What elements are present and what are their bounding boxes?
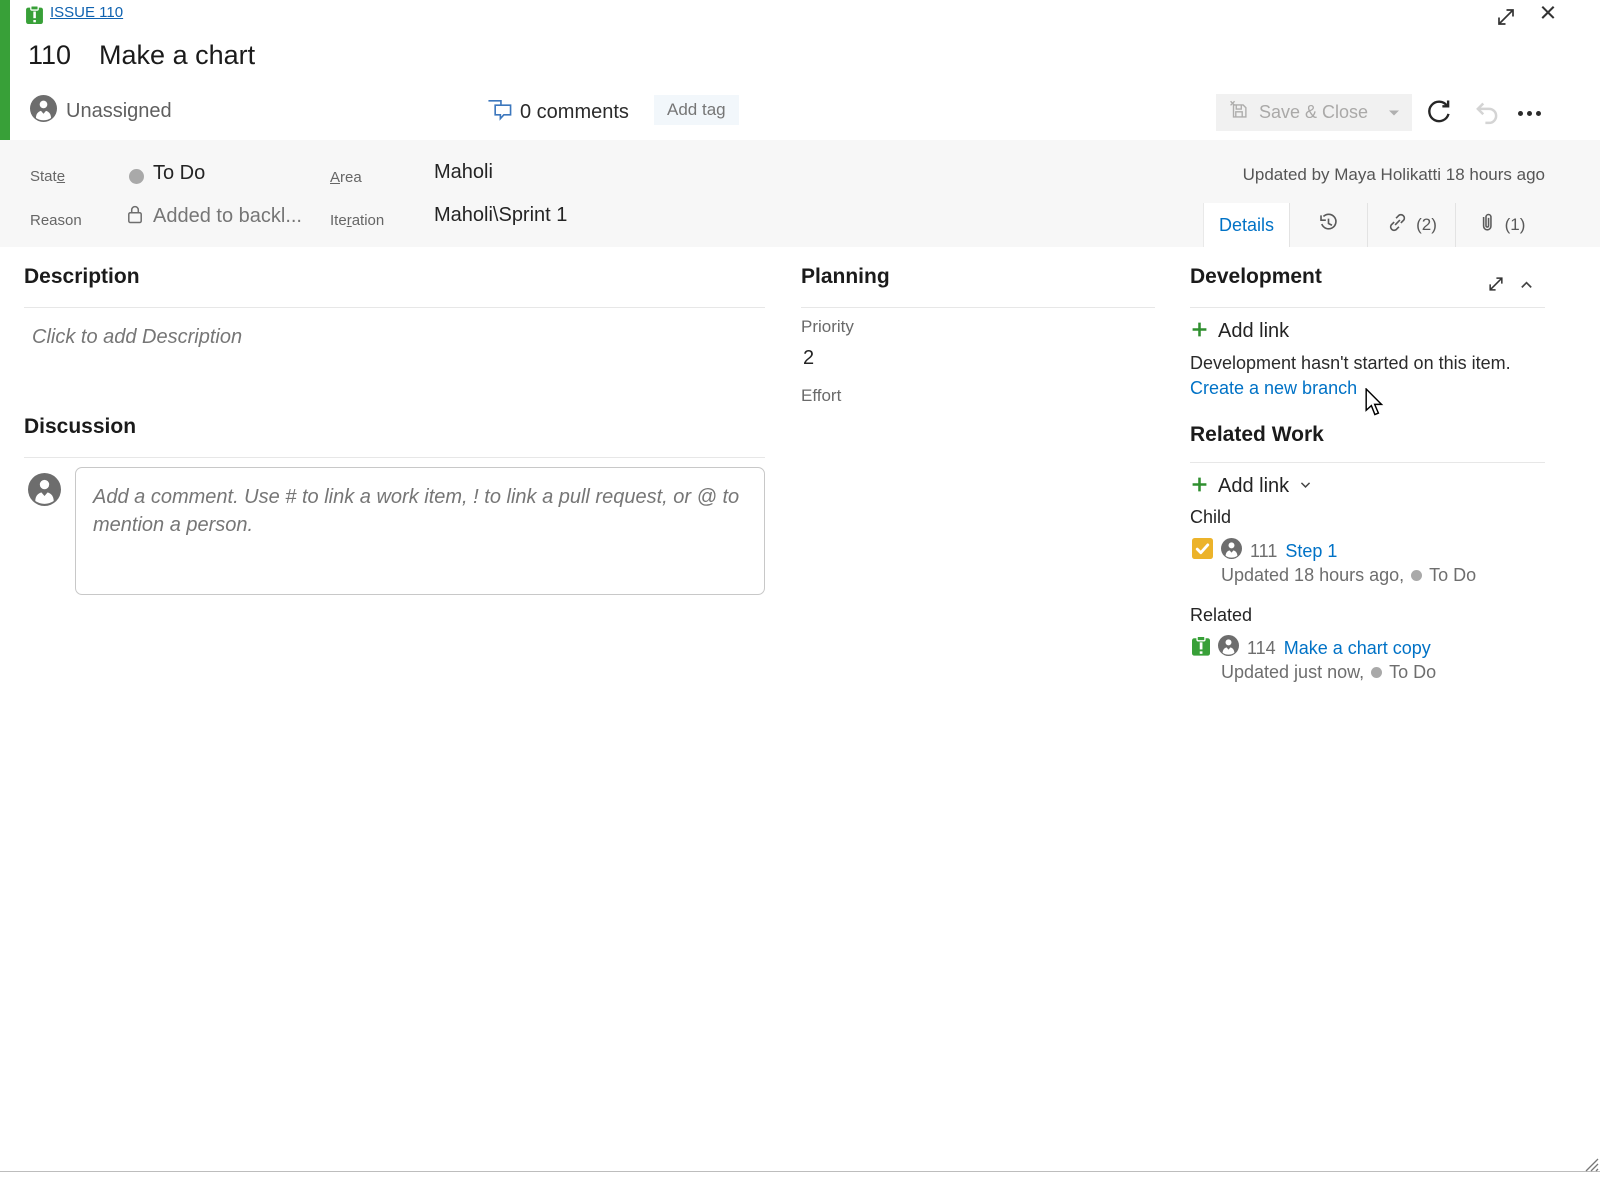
priority-value[interactable]: 2 (803, 347, 814, 370)
state-value[interactable]: To Do (153, 162, 205, 185)
assignee-picker[interactable]: Unassigned (30, 95, 172, 127)
divider (24, 307, 765, 308)
related-item-id: 114 (1247, 637, 1276, 658)
window-bottom-border (0, 1171, 1600, 1172)
comments-button[interactable]: 0 comments (487, 99, 629, 126)
tab-history[interactable] (1289, 203, 1367, 247)
work-item-title-text: Make a chart (99, 40, 256, 70)
link-group-related-label: Related (1190, 605, 1253, 625)
description-placeholder[interactable]: Click to add Description (32, 326, 242, 349)
tab-attachments[interactable]: (1) (1455, 203, 1545, 247)
save-close-label: Save & Close (1259, 102, 1369, 122)
comment-placeholder: Add a comment. Use # to link a work item… (93, 486, 740, 537)
area-value[interactable]: Maholi (434, 161, 493, 184)
comment-input[interactable]: Add a comment. Use # to link a work item… (75, 467, 765, 595)
state-dot (129, 169, 144, 184)
reason-label: Reason (30, 212, 82, 229)
assignee-name: Unassigned (66, 99, 172, 122)
related-item-meta: Updated just now, To Do (1221, 662, 1437, 682)
related-work-heading: Related Work (1190, 423, 1324, 446)
link-group-child-label: Child (1190, 507, 1232, 527)
undo-icon (1471, 97, 1501, 127)
avatar (1218, 635, 1239, 661)
planning-heading: Planning (801, 265, 890, 288)
issue-type-icon (1192, 635, 1210, 661)
issue-breadcrumb-link[interactable]: ISSUE 110 (50, 4, 123, 21)
create-branch-link[interactable]: Create a new branch (1190, 378, 1357, 399)
related-item-row: 114 Make a chart copy (1192, 635, 1431, 661)
avatar (28, 473, 61, 511)
state-label: State (30, 168, 66, 185)
tab-bar: Details (2) (1) (1203, 203, 1545, 247)
work-item-title[interactable]: 110 Make a chart (28, 40, 255, 71)
tab-details[interactable]: Details (1203, 203, 1289, 247)
attachments-count: (1) (1504, 215, 1526, 234)
development-add-link-button[interactable]: Add link (1191, 320, 1289, 343)
avatar (30, 95, 57, 127)
reason-value[interactable]: Added to backl... (153, 205, 302, 228)
links-icon (1386, 211, 1409, 239)
discussion-heading: Discussion (24, 415, 137, 438)
work-item-type-color-bar (0, 0, 10, 140)
related-item-meta: Updated 18 hours ago, To Do (1221, 565, 1477, 585)
mouse-cursor (1365, 387, 1386, 422)
task-type-icon (1192, 538, 1213, 564)
area-label: Area (330, 169, 362, 186)
comments-count-label: 0 comments (520, 101, 629, 123)
development-collapse-chevron-icon[interactable] (1519, 278, 1535, 294)
divider (1190, 307, 1545, 308)
history-icon (1317, 211, 1340, 239)
updated-by-text: Updated by Maya Holikatti 18 hours ago (1242, 165, 1545, 184)
save-icon (1228, 99, 1250, 126)
description-heading: Description (24, 265, 140, 288)
iteration-value[interactable]: Maholi\Sprint 1 (434, 204, 567, 227)
development-heading: Development (1190, 265, 1322, 288)
save-options-caret-icon[interactable] (1388, 104, 1400, 122)
state-dot (1411, 570, 1423, 581)
paperclip-icon (1476, 211, 1498, 239)
state-dot (1371, 667, 1383, 678)
related-item-row: 111 Step 1 (1192, 538, 1337, 564)
plus-icon (1191, 321, 1208, 343)
more-actions-icon[interactable] (1518, 100, 1554, 126)
related-item-link[interactable]: Step 1 (1285, 541, 1337, 562)
related-item-link[interactable]: Make a chart copy (1284, 638, 1431, 659)
refresh-icon[interactable] (1424, 97, 1454, 127)
save-close-button[interactable]: Save & Close (1216, 94, 1412, 131)
lock-icon (127, 204, 143, 230)
tab-links[interactable]: (2) (1367, 203, 1455, 247)
priority-label: Priority (801, 317, 854, 336)
divider (1190, 462, 1545, 463)
related-item-id: 111 (1250, 540, 1278, 561)
development-expand-icon[interactable] (1486, 274, 1506, 294)
plus-icon (1191, 476, 1208, 498)
add-tag-button[interactable]: Add tag (654, 95, 739, 125)
work-item-id: 110 (28, 40, 72, 70)
chevron-down-icon (1299, 478, 1312, 496)
related-work-add-link-button[interactable]: Add link (1191, 475, 1312, 498)
issue-type-icon (26, 5, 43, 29)
divider (801, 307, 1155, 308)
work-item-dialog: ISSUE 110 × 110 Make a chart Unassigned 0… (0, 0, 1600, 1178)
resize-grip[interactable] (1581, 1154, 1599, 1177)
comments-icon (487, 99, 512, 126)
expand-dialog-icon[interactable] (1494, 5, 1518, 29)
links-count: (2) (1416, 215, 1437, 234)
iteration-label: Iteration (330, 212, 385, 229)
close-dialog-icon[interactable]: × (1533, 0, 1563, 28)
avatar (1221, 538, 1242, 564)
development-status-text: Development hasn't started on this item. (1190, 353, 1511, 373)
divider (24, 457, 765, 458)
effort-label: Effort (801, 386, 842, 405)
